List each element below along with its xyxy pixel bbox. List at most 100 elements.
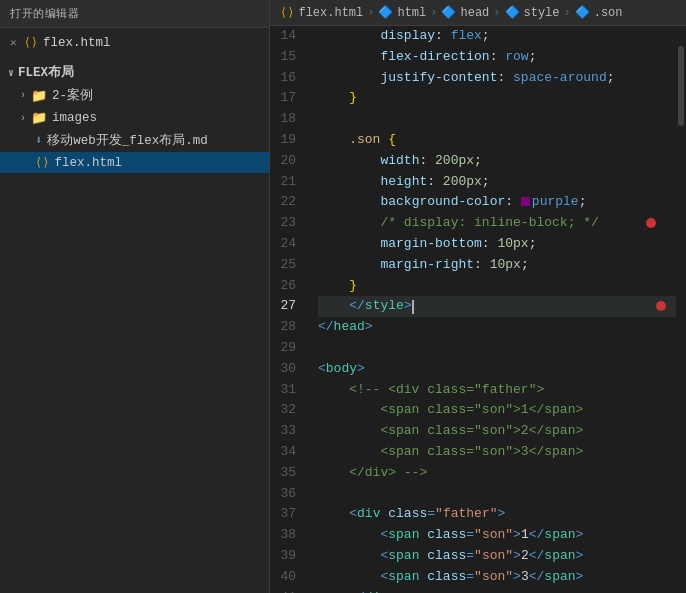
line-num-41: 41 xyxy=(270,588,304,593)
line-num-15: 15 xyxy=(270,47,304,68)
sidebar-item-md[interactable]: ⬇ 移动web开发_flex布局.md xyxy=(0,129,269,152)
line-num-19: 19 xyxy=(270,130,304,151)
code-line-40: <span class="son">3</span> xyxy=(318,567,676,588)
line-num-28: 28 xyxy=(270,317,304,338)
code-line-17: } xyxy=(318,88,676,109)
line-num-36: 36 xyxy=(270,484,304,505)
code-line-29 xyxy=(318,338,676,359)
code-line-25: margin-right: 10px; xyxy=(318,255,676,276)
code-line-16: justify-content: space-around; xyxy=(318,68,676,89)
sidebar: 打开的编辑器 ✕ ⟨⟩ flex.html ∨ FLEX布局 › 📁 2-案例 … xyxy=(0,0,270,593)
code-line-38: <span class="son">1</span> xyxy=(318,525,676,546)
code-line-15: flex-direction: row; xyxy=(318,47,676,68)
code-line-32: <span class="son">1</span> xyxy=(318,400,676,421)
head-breadcrumb-icon: 🔷 xyxy=(441,5,456,20)
line-num-37: 37 xyxy=(270,504,304,525)
editor-area: ⟨⟩ flex.html › 🔷 html › 🔷 head › 🔷 style… xyxy=(270,0,686,593)
code-line-30: <body> xyxy=(318,359,676,380)
son-breadcrumb-icon: 🔷 xyxy=(575,5,590,20)
line-num-39: 39 xyxy=(270,546,304,567)
html-breadcrumb-icon2: 🔷 xyxy=(378,5,393,20)
sidebar-item-flex-html[interactable]: ⟨⟩ flex.html xyxy=(0,152,269,173)
line-num-23: 23 xyxy=(270,213,304,234)
code-line-27: </style> xyxy=(318,296,676,317)
html-breadcrumb-icon: ⟨⟩ xyxy=(280,5,294,20)
code-area[interactable]: 14 15 16 17 18 19 20 21 22 23 24 25 26 2… xyxy=(270,26,686,593)
line-num-31: 31 xyxy=(270,380,304,401)
open-tab-flex-html[interactable]: ✕ ⟨⟩ flex.html xyxy=(0,32,269,53)
line-num-22: 22 xyxy=(270,192,304,213)
code-line-21: height: 200px; xyxy=(318,172,676,193)
breadcrumb: ⟨⟩ flex.html › 🔷 html › 🔷 head › 🔷 style… xyxy=(270,0,686,26)
open-tabs-section: ✕ ⟨⟩ flex.html xyxy=(0,28,269,57)
red-dot-line27 xyxy=(656,301,666,311)
line-num-32: 32 xyxy=(270,400,304,421)
tree-item-label: images xyxy=(52,111,97,125)
code-line-39: <span class="son">2</span> xyxy=(318,546,676,567)
code-line-36 xyxy=(318,484,676,505)
line-num-24: 24 xyxy=(270,234,304,255)
code-line-19: .son { xyxy=(318,130,676,151)
line-num-34: 34 xyxy=(270,442,304,463)
line-numbers: 14 15 16 17 18 19 20 21 22 23 24 25 26 2… xyxy=(270,26,312,593)
breadcrumb-son: .son xyxy=(594,6,623,20)
line-num-17: 17 xyxy=(270,88,304,109)
chevron-right-icon: › xyxy=(20,113,26,124)
text-cursor xyxy=(412,300,414,314)
purple-color-swatch xyxy=(521,197,530,206)
breadcrumb-flex-html: flex.html xyxy=(298,6,363,20)
code-lines[interactable]: display: flex; flex-direction: row; just… xyxy=(312,26,676,593)
code-line-34: <span class="son">3</span> xyxy=(318,442,676,463)
folder-icon: 📁 xyxy=(31,88,47,104)
folder-icon: 📁 xyxy=(31,110,47,126)
line-num-16: 16 xyxy=(270,68,304,89)
line-num-20: 20 xyxy=(270,151,304,172)
line-num-21: 21 xyxy=(270,172,304,193)
sidebar-header-label: 打开的编辑器 xyxy=(10,6,79,21)
code-line-14: display: flex; xyxy=(318,26,676,47)
sidebar-header: 打开的编辑器 xyxy=(0,0,269,28)
code-line-18 xyxy=(318,109,676,130)
html-file-icon: ⟨⟩ xyxy=(24,35,38,50)
line-num-35: 35 xyxy=(270,463,304,484)
line-num-14: 14 xyxy=(270,26,304,47)
tree-item-label: 2-案例 xyxy=(52,87,93,104)
sidebar-item-images[interactable]: › 📁 images xyxy=(0,107,269,129)
line-num-26: 26 xyxy=(270,276,304,297)
folder-section: ∨ FLEX布局 › 📁 2-案例 › 📁 images ⬇ 移动web开发_f… xyxy=(0,57,269,177)
code-line-37: <div class="father"> xyxy=(318,504,676,525)
red-dot-decoration xyxy=(646,218,656,228)
close-icon[interactable]: ✕ xyxy=(10,36,17,49)
code-line-35: </div> --> xyxy=(318,463,676,484)
line-num-30: 30 xyxy=(270,359,304,380)
sidebar-item-2-cases[interactable]: › 📁 2-案例 xyxy=(0,84,269,107)
tree-item-label: flex.html xyxy=(54,156,122,170)
md-file-icon: ⬇ xyxy=(35,133,42,148)
html-file-icon: ⟨⟩ xyxy=(35,155,49,170)
code-line-31: <!-- <div class="father"> xyxy=(318,380,676,401)
code-line-20: width: 200px; xyxy=(318,151,676,172)
line-num-27: 27 xyxy=(270,296,304,317)
breadcrumb-style: style xyxy=(524,6,560,20)
line-num-25: 25 xyxy=(270,255,304,276)
breadcrumb-html: html xyxy=(397,6,426,20)
scrollbar[interactable] xyxy=(676,26,686,593)
code-line-33: <span class="son">2</span> xyxy=(318,421,676,442)
code-line-41: </div> xyxy=(318,588,676,593)
breadcrumb-head: head xyxy=(460,6,489,20)
line-num-38: 38 xyxy=(270,525,304,546)
folder-root-flex[interactable]: ∨ FLEX布局 xyxy=(0,61,269,84)
open-tab-filename: flex.html xyxy=(43,36,111,50)
code-line-23: /* display: inline-block; */ xyxy=(318,213,676,234)
code-line-26: } xyxy=(318,276,676,297)
line-num-18: 18 xyxy=(270,109,304,130)
chevron-down-icon: ∨ xyxy=(8,67,14,79)
code-line-24: margin-bottom: 10px; xyxy=(318,234,676,255)
line-num-40: 40 xyxy=(270,567,304,588)
tree-item-label: 移动web开发_flex布局.md xyxy=(47,132,208,149)
code-line-22: background-color: purple; xyxy=(318,192,676,213)
scrollbar-thumb[interactable] xyxy=(678,46,684,126)
line-num-33: 33 xyxy=(270,421,304,442)
code-line-28: </head> xyxy=(318,317,676,338)
line-num-29: 29 xyxy=(270,338,304,359)
